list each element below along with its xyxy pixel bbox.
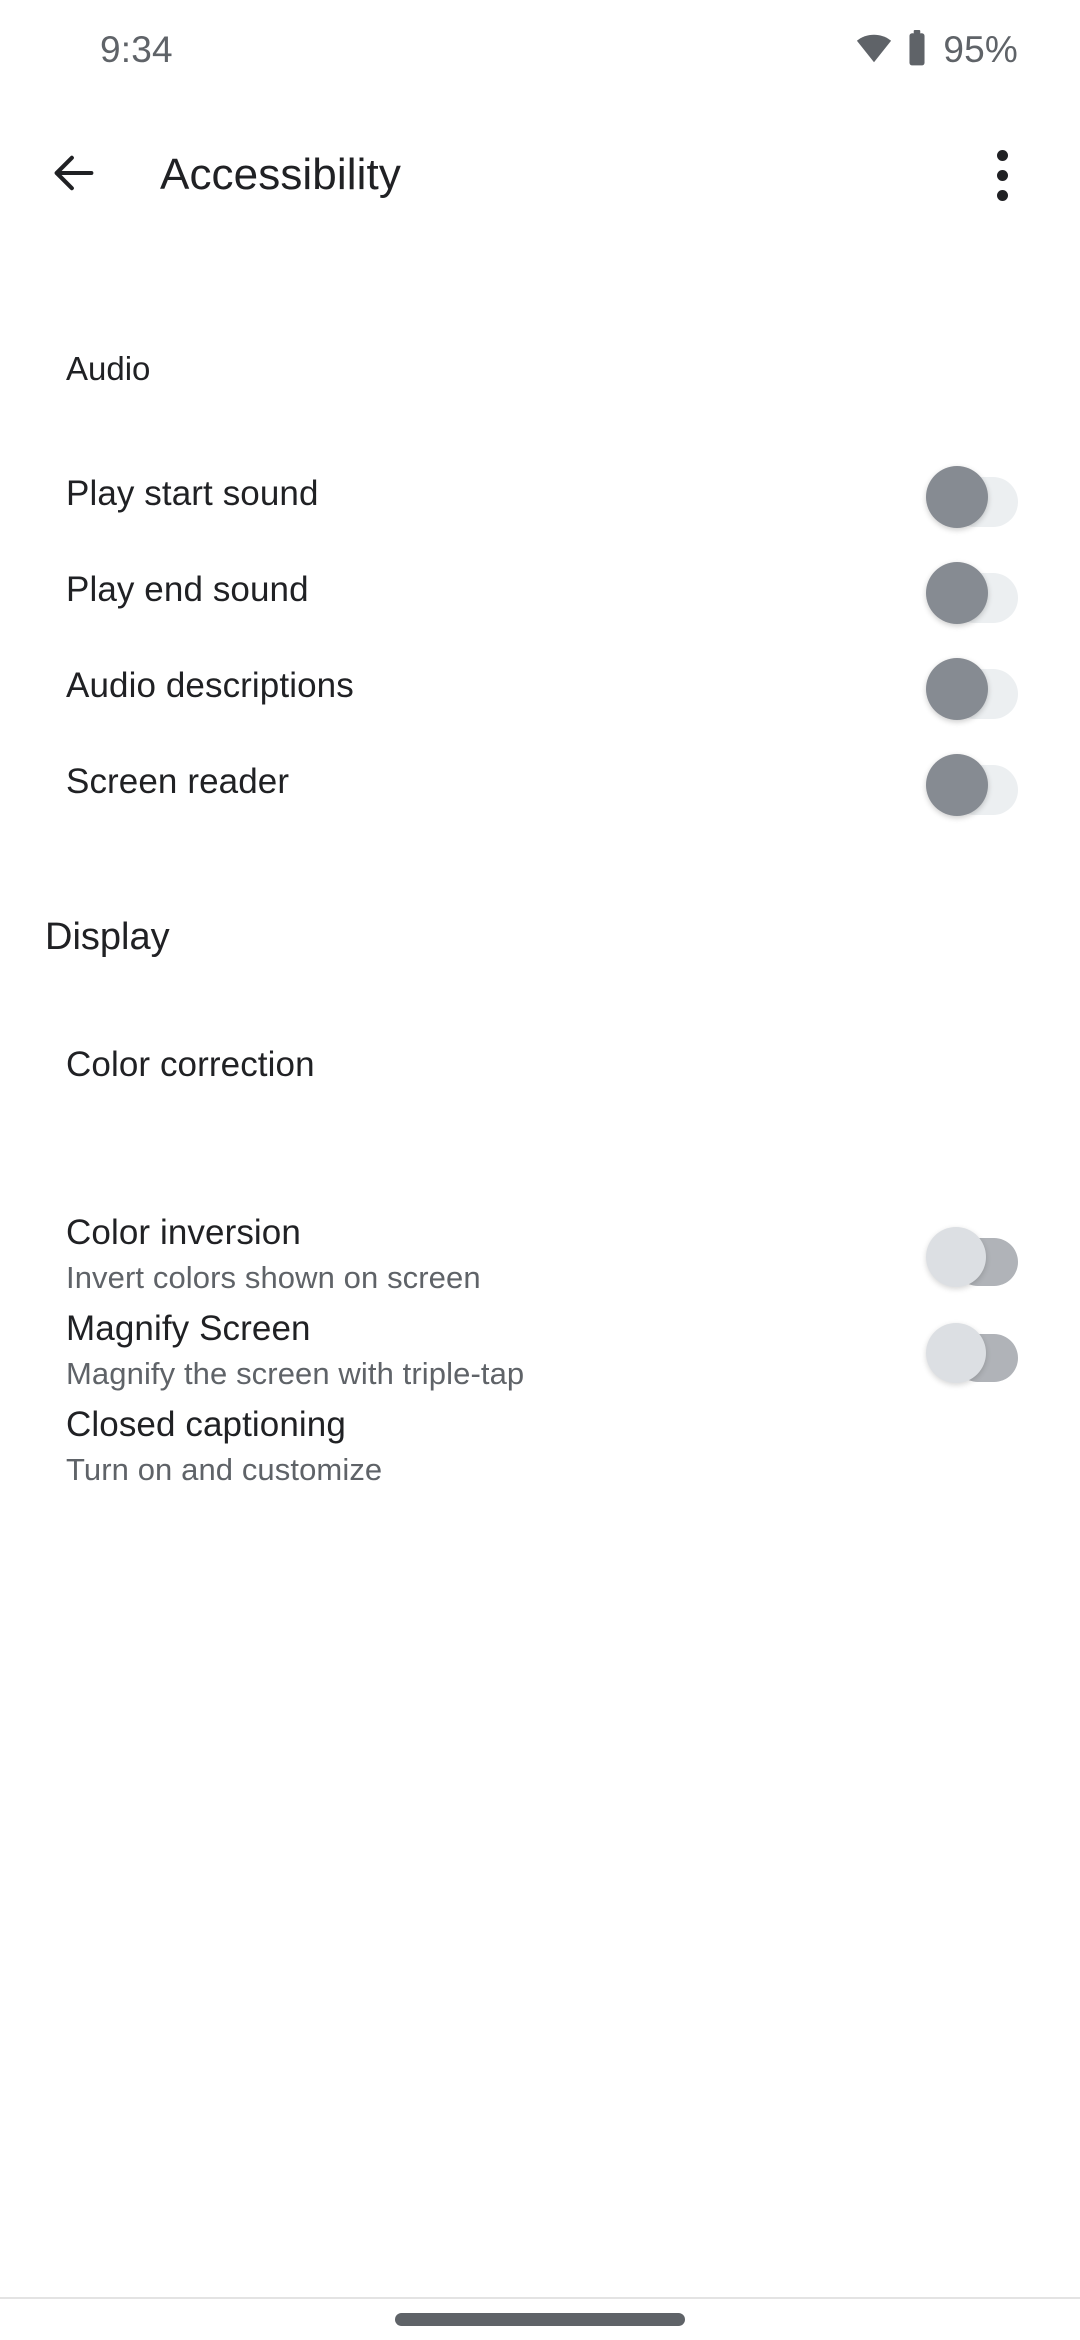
row-labels: Color inversion Invert colors shown on s… [66, 1212, 926, 1298]
more-vert-icon-dot-2 [996, 169, 1008, 181]
list-item-color-correction[interactable]: Color correction [0, 1017, 1080, 1113]
status-clock: 9:34 [100, 29, 173, 70]
status-icons: 95% [855, 29, 1018, 71]
switch-thumb [926, 658, 988, 720]
back-arrow-icon [48, 147, 100, 204]
list-item-play-end-sound[interactable]: Play end sound [0, 542, 1080, 638]
app-bar: Accessibility [0, 100, 1080, 250]
toggle-audio-descriptions[interactable] [926, 656, 1018, 720]
row-labels: Play start sound [66, 473, 926, 514]
list-item-title: Color inversion [66, 1212, 301, 1252]
list-item-magnify-screen[interactable]: Magnify Screen Magnify the screen with t… [0, 1303, 1080, 1399]
list-item-title: Play start sound [66, 474, 319, 514]
switch-thumb [926, 1227, 986, 1287]
section-header-audio: Audio [66, 350, 151, 387]
toggle-magnify-screen[interactable] [926, 1321, 1018, 1383]
more-vert-icon [996, 149, 1008, 161]
list-item-title: Color correction [66, 1045, 315, 1085]
battery-percent-label: 95% [943, 29, 1018, 70]
toggle-color-inversion[interactable] [926, 1225, 1018, 1287]
overflow-menu-button[interactable] [954, 127, 1050, 223]
settings-list[interactable]: Audio Play start sound Play end sound Au… [0, 250, 1080, 2297]
list-item-subtitle: Invert colors shown on screen [66, 1260, 481, 1296]
switch-thumb [926, 466, 988, 528]
list-item-title: Closed captioning [66, 1404, 346, 1444]
list-item-title: Play end sound [66, 570, 309, 610]
switch-thumb [926, 754, 988, 816]
switch-thumb [926, 562, 988, 624]
list-item-closed-captioning[interactable]: Closed captioning Turn on and customize [0, 1399, 1080, 1495]
switch-thumb [926, 1323, 986, 1383]
list-item-color-inversion[interactable]: Color inversion Invert colors shown on s… [0, 1207, 1080, 1303]
page-title: Accessibility [160, 150, 401, 199]
list-item-screen-reader[interactable]: Screen reader [0, 734, 1080, 830]
row-labels: Play end sound [66, 569, 926, 610]
more-vert-icon-dot-3 [996, 189, 1008, 201]
list-item-audio-descriptions[interactable]: Audio descriptions [0, 638, 1080, 734]
row-labels: Screen reader [66, 761, 926, 802]
list-item-title: Audio descriptions [66, 666, 354, 706]
row-labels: Closed captioning Turn on and customize [66, 1404, 1018, 1490]
row-labels: Audio descriptions [66, 665, 926, 706]
toggle-screen-reader[interactable] [926, 752, 1018, 816]
list-item-title: Screen reader [66, 762, 290, 802]
list-item-subtitle: Turn on and customize [66, 1452, 383, 1488]
list-item-play-start-sound[interactable]: Play start sound [0, 446, 1080, 542]
row-labels: Magnify Screen Magnify the screen with t… [66, 1308, 926, 1394]
toggle-play-end-sound[interactable] [926, 560, 1018, 624]
back-button[interactable] [26, 127, 122, 223]
navigation-bar [0, 2299, 1080, 2340]
row-labels: Color correction [66, 1044, 1018, 1085]
list-item-subtitle: Magnify the screen with triple-tap [66, 1356, 525, 1392]
battery-icon [907, 29, 927, 71]
section-header-display: Display [45, 916, 170, 958]
wifi-icon [855, 33, 893, 68]
home-gesture-pill[interactable] [395, 2313, 685, 2326]
status-bar: 9:34 95% [0, 0, 1080, 100]
toggle-play-start-sound[interactable] [926, 464, 1018, 528]
list-item-title: Magnify Screen [66, 1308, 311, 1348]
